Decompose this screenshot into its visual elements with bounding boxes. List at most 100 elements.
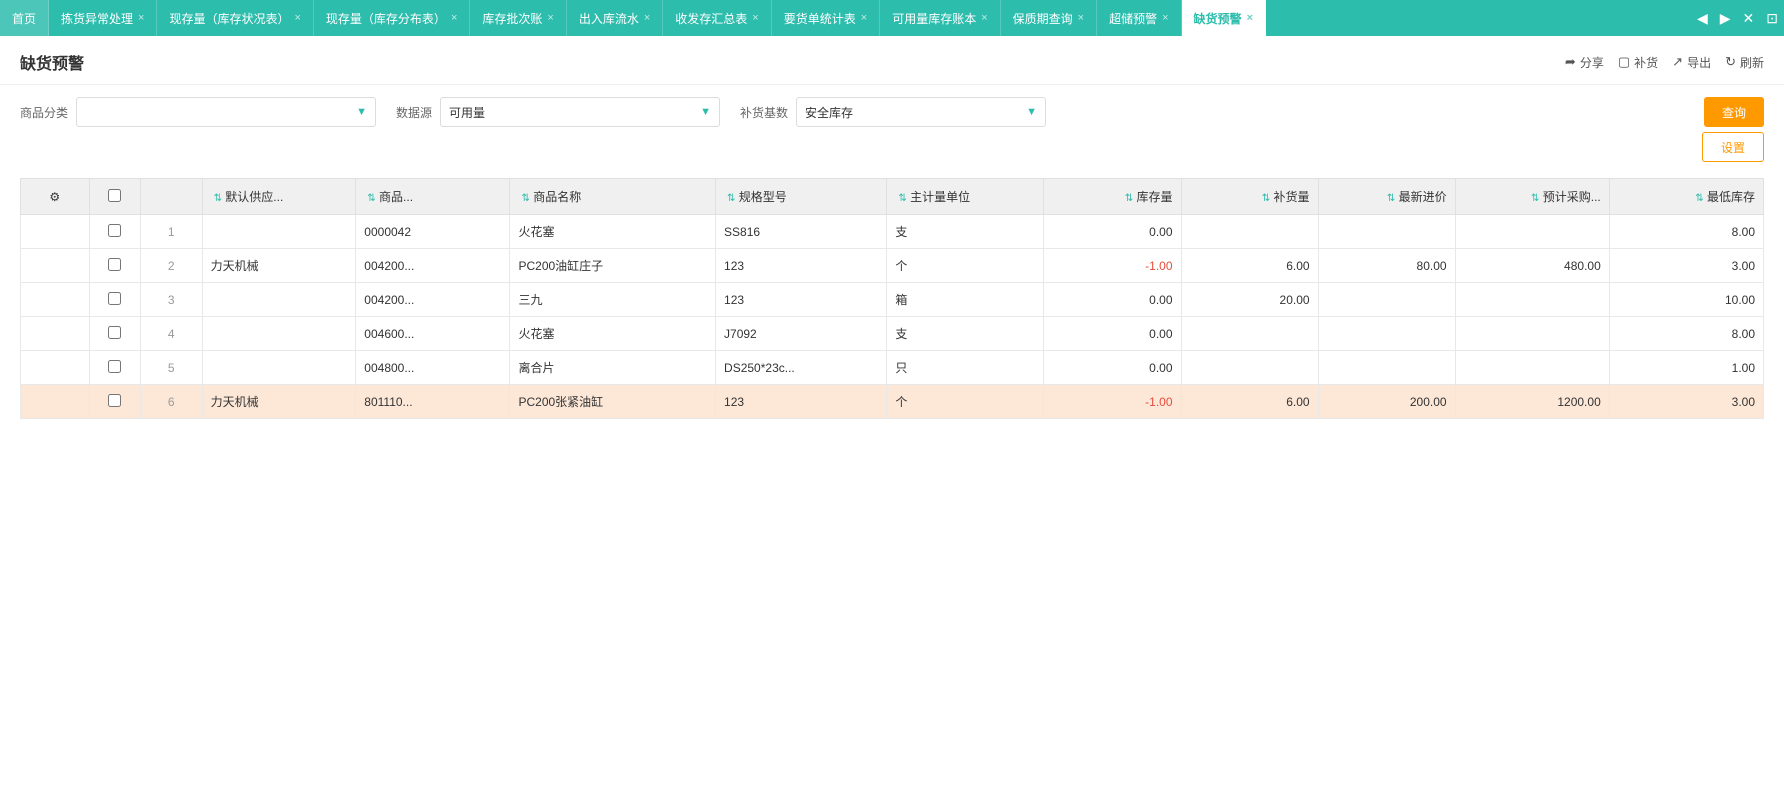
page-content: 缺货预警 ➦ 分享 ▢ 补货 ↗ 导出 ↻ 刷新 商品分类 bbox=[0, 36, 1784, 796]
close-tab-available[interactable]: × bbox=[981, 12, 987, 24]
row-check-0[interactable] bbox=[89, 215, 140, 249]
export-icon: ↗ bbox=[1672, 54, 1683, 70]
th-estpurchase[interactable]: ⇅ 预计采购... bbox=[1455, 179, 1609, 215]
th-minstock[interactable]: ⇅ 最低库存 bbox=[1609, 179, 1763, 215]
tab-expiry[interactable]: 保质期查询 × bbox=[1001, 0, 1097, 36]
th-goodsname[interactable]: ⇅ 商品名称 bbox=[510, 179, 716, 215]
row-check-4[interactable] bbox=[89, 351, 140, 385]
row-minstock-3: 8.00 bbox=[1609, 317, 1763, 351]
row-check-1[interactable] bbox=[89, 249, 140, 283]
row-checkbox-2[interactable] bbox=[108, 292, 121, 305]
close-tab-batch[interactable]: × bbox=[547, 12, 553, 24]
tab-scroll-left[interactable]: ◀ bbox=[1691, 0, 1714, 36]
close-tab-inout[interactable]: × bbox=[644, 12, 650, 24]
close-tab-shortage[interactable]: × bbox=[1247, 12, 1253, 24]
close-tab-demand[interactable]: × bbox=[861, 12, 867, 24]
tab-demand[interactable]: 要货单统计表 × bbox=[772, 0, 880, 36]
row-settings-4 bbox=[21, 351, 90, 385]
replenish-button[interactable]: ▢ 补货 bbox=[1618, 54, 1658, 71]
row-spec-0: SS816 bbox=[716, 215, 887, 249]
table-row: 5 004800... 离合片 DS250*23c... 只 0.00 1.00 bbox=[21, 351, 1764, 385]
row-unit-3: 支 bbox=[887, 317, 1044, 351]
refresh-button[interactable]: ↻ 刷新 bbox=[1725, 54, 1764, 71]
export-button[interactable]: ↗ 导出 bbox=[1672, 54, 1711, 71]
th-settings[interactable]: ⚙ bbox=[21, 179, 90, 215]
th-goodsid[interactable]: ⇅ 商品... bbox=[356, 179, 510, 215]
replenish-base-dropdown-icon: ▼ bbox=[1026, 106, 1037, 118]
tab-close-current[interactable]: ✕ bbox=[1737, 0, 1761, 36]
th-check[interactable] bbox=[89, 179, 140, 215]
settings-button[interactable]: 设置 bbox=[1702, 132, 1764, 162]
share-button[interactable]: ➦ 分享 bbox=[1565, 54, 1604, 71]
table-header-row: ⚙ ⇅ 默认供应... ⇅ 商品... ⇅ bbox=[21, 179, 1764, 215]
row-check-2[interactable] bbox=[89, 283, 140, 317]
table-row: 6 力天机械 801110... PC200张紧油缸 123 个 -1.00 6… bbox=[21, 385, 1764, 419]
tab-nav-buttons: ◀ ▶ ✕ ⊡ bbox=[1691, 0, 1784, 36]
close-tab-expiry[interactable]: × bbox=[1078, 12, 1084, 24]
row-checkbox-0[interactable] bbox=[108, 224, 121, 237]
row-index-0: 1 bbox=[140, 215, 202, 249]
row-minstock-2: 10.00 bbox=[1609, 283, 1763, 317]
row-latestprice-2 bbox=[1318, 283, 1455, 317]
tab-available[interactable]: 可用量库存账本 × bbox=[880, 0, 1000, 36]
tab-home[interactable]: 首页 bbox=[0, 0, 49, 36]
row-supplier-3 bbox=[202, 317, 356, 351]
tab-collect[interactable]: 收发存汇总表 × bbox=[663, 0, 771, 36]
tab-shortage[interactable]: 缺货预警 × bbox=[1182, 0, 1266, 36]
row-check-3[interactable] bbox=[89, 317, 140, 351]
row-estpurchase-3 bbox=[1455, 317, 1609, 351]
row-goodsname-5: PC200张紧油缸 bbox=[510, 385, 716, 419]
th-stock[interactable]: ⇅ 库存量 bbox=[1044, 179, 1181, 215]
close-tab-inventory-dist[interactable]: × bbox=[451, 12, 457, 24]
row-latestprice-1: 80.00 bbox=[1318, 249, 1455, 283]
select-all-checkbox[interactable] bbox=[108, 189, 121, 202]
row-checkbox-5[interactable] bbox=[108, 394, 121, 407]
row-goodsid-2: 004200... bbox=[356, 283, 510, 317]
latestprice-sort-icon: ⇅ bbox=[1387, 193, 1395, 204]
th-replenish[interactable]: ⇅ 补货量 bbox=[1181, 179, 1318, 215]
close-tab-collect[interactable]: × bbox=[752, 12, 758, 24]
th-spec[interactable]: ⇅ 规格型号 bbox=[716, 179, 887, 215]
close-tab-overstock[interactable]: × bbox=[1162, 12, 1168, 24]
replenish-sort-icon: ⇅ bbox=[1262, 193, 1270, 204]
row-spec-4: DS250*23c... bbox=[716, 351, 887, 385]
tab-inout[interactable]: 出入库流水 × bbox=[567, 0, 663, 36]
tab-inventory-status[interactable]: 现存量（库存状况表） × bbox=[157, 0, 313, 36]
tab-abnormal[interactable]: 拣货异常处理 × bbox=[49, 0, 157, 36]
tab-scroll-right[interactable]: ▶ bbox=[1714, 0, 1737, 36]
row-replenish-4 bbox=[1181, 351, 1318, 385]
row-spec-3: J7092 bbox=[716, 317, 887, 351]
datasource-select[interactable]: 可用量 ▼ bbox=[440, 97, 720, 127]
row-supplier-1: 力天机械 bbox=[202, 249, 356, 283]
row-index-1: 2 bbox=[140, 249, 202, 283]
tab-overstock[interactable]: 超储预警 × bbox=[1097, 0, 1181, 36]
row-settings-1 bbox=[21, 249, 90, 283]
row-checkbox-1[interactable] bbox=[108, 258, 121, 271]
row-checkbox-3[interactable] bbox=[108, 326, 121, 339]
close-tab-abnormal[interactable]: × bbox=[138, 12, 144, 24]
row-supplier-5: 力天机械 bbox=[202, 385, 356, 419]
th-latestprice[interactable]: ⇅ 最新进价 bbox=[1318, 179, 1455, 215]
tab-close-all[interactable]: ⊡ bbox=[1760, 0, 1784, 36]
category-select[interactable]: ▼ bbox=[76, 97, 376, 127]
row-goodsid-4: 004800... bbox=[356, 351, 510, 385]
tab-batch[interactable]: 库存批次账 × bbox=[470, 0, 566, 36]
row-latestprice-3 bbox=[1318, 317, 1455, 351]
tab-inventory-dist[interactable]: 现存量（库存分布表） × bbox=[314, 0, 470, 36]
replenish-base-value: 安全库存 bbox=[805, 104, 1026, 121]
goodsname-sort-icon: ⇅ bbox=[521, 193, 529, 204]
row-check-5[interactable] bbox=[89, 385, 140, 419]
close-tab-inventory-status[interactable]: × bbox=[294, 12, 300, 24]
row-checkbox-4[interactable] bbox=[108, 360, 121, 373]
replenish-base-select[interactable]: 安全库存 ▼ bbox=[796, 97, 1046, 127]
row-settings-2 bbox=[21, 283, 90, 317]
row-goodsid-0: 0000042 bbox=[356, 215, 510, 249]
row-latestprice-4 bbox=[1318, 351, 1455, 385]
th-unit[interactable]: ⇅ 主计量单位 bbox=[887, 179, 1044, 215]
share-icon: ➦ bbox=[1565, 54, 1576, 70]
query-button[interactable]: 查询 bbox=[1704, 97, 1764, 127]
header-actions: ➦ 分享 ▢ 补货 ↗ 导出 ↻ 刷新 bbox=[1565, 54, 1764, 71]
th-supplier[interactable]: ⇅ 默认供应... bbox=[202, 179, 356, 215]
page-title: 缺货预警 bbox=[20, 50, 84, 74]
row-unit-1: 个 bbox=[887, 249, 1044, 283]
